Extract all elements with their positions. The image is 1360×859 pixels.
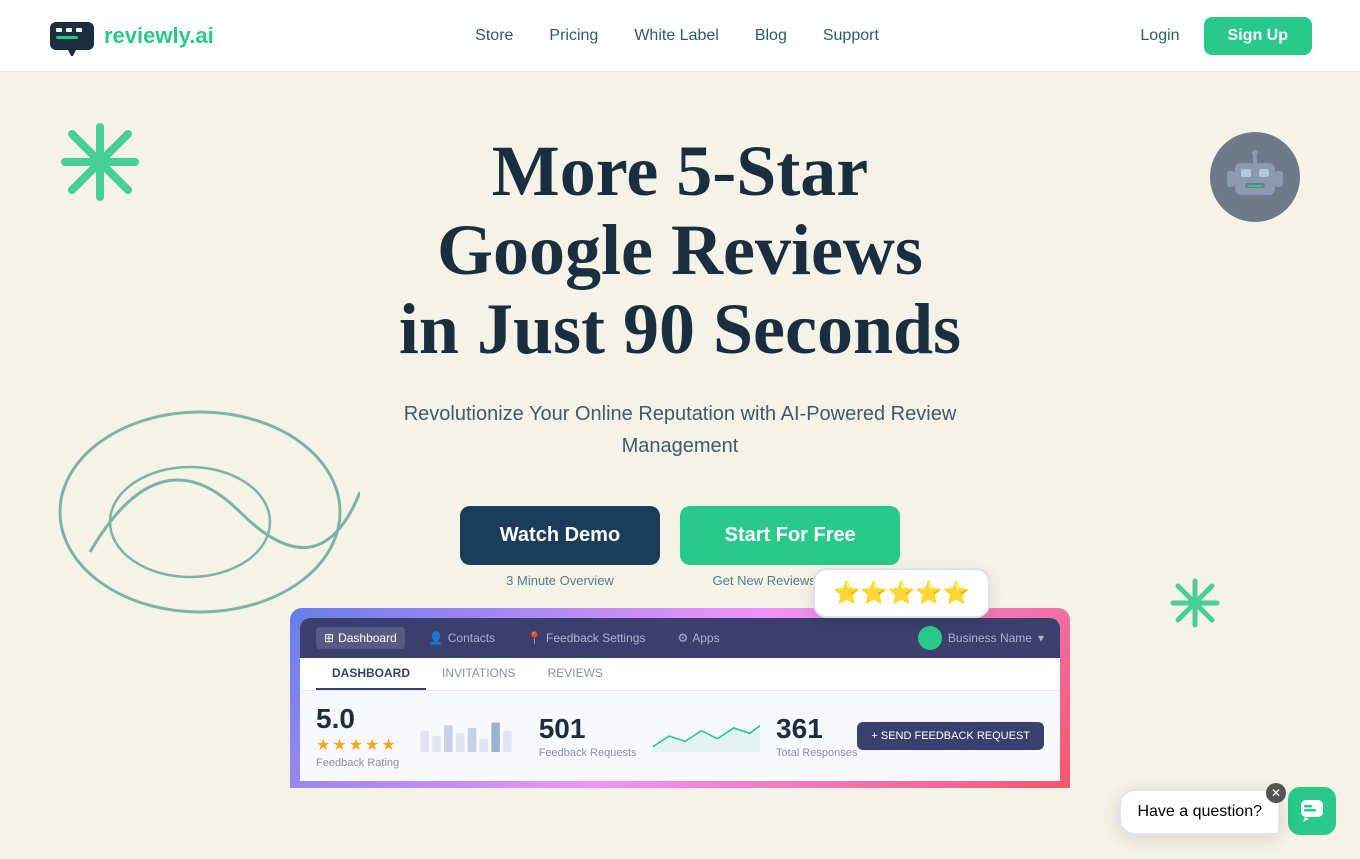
hero-title: More 5-Star Google Reviews in Just 90 Se… xyxy=(20,132,1340,370)
logo-icon xyxy=(48,16,96,56)
dashboard-background: ⊞ Dashboard 👤 Contacts 📍 Feedback Settin… xyxy=(290,608,1070,788)
chat-close-button[interactable]: ✕ xyxy=(1266,783,1286,803)
stat-responses-value: 361 xyxy=(776,713,857,745)
apps-icon: ⚙ xyxy=(677,631,688,645)
login-link[interactable]: Login xyxy=(1140,27,1179,45)
dashboard-tabs: DASHBOARD INVITATIONS REVIEWS xyxy=(300,658,1060,691)
hero-section: More 5-Star Google Reviews in Just 90 Se… xyxy=(0,72,1360,788)
contacts-icon: 👤 xyxy=(429,631,444,645)
dash-nav-contacts[interactable]: 👤 Contacts xyxy=(421,627,503,649)
deco-asterisk-right-icon xyxy=(1170,578,1220,628)
chat-widget: ✕ Have a question? xyxy=(1119,787,1336,835)
nav-blog[interactable]: Blog xyxy=(755,27,787,44)
logo[interactable]: reviewly.ai xyxy=(48,16,214,56)
dashboard-avatar xyxy=(918,626,942,650)
dash-nav-apps[interactable]: ⚙ Apps xyxy=(669,627,727,649)
stat-responses-label: Total Responses xyxy=(776,747,857,759)
stat-rating-label: Feedback Rating xyxy=(316,757,399,769)
dashboard-topbar: ⊞ Dashboard 👤 Contacts 📍 Feedback Settin… xyxy=(300,618,1060,658)
start-free-button[interactable]: Start For Free xyxy=(680,506,900,565)
nav-store[interactable]: Store xyxy=(475,27,513,44)
nav-right: Login Sign Up xyxy=(1140,17,1312,55)
stat-rating: 5.0 ★★★★★ Feedback Rating xyxy=(316,703,399,769)
dash-nav-feedback[interactable]: 📍 Feedback Settings xyxy=(519,627,653,649)
dashboard-preview: ⭐⭐⭐⭐⭐ ⊞ Dashboard 👤 Contacts xyxy=(290,608,1070,788)
tab-dashboard[interactable]: DASHBOARD xyxy=(316,658,426,690)
dash-nav-dashboard[interactable]: ⊞ Dashboard xyxy=(316,627,405,649)
chat-question-bubble: ✕ Have a question? xyxy=(1119,789,1280,835)
feedback-icon: 📍 xyxy=(527,631,542,645)
stat-requests-label: Feedback Requests xyxy=(539,747,637,759)
stat-responses: 361 Total Responses xyxy=(776,713,857,759)
rating-bubble: ⭐⭐⭐⭐⭐ xyxy=(813,568,990,618)
nav-pricing[interactable]: Pricing xyxy=(549,27,598,44)
stat-rating-value: 5.0 xyxy=(316,703,399,735)
dashboard-inner: ⊞ Dashboard 👤 Contacts 📍 Feedback Settin… xyxy=(300,618,1060,781)
logo-wordmark: reviewly.ai xyxy=(104,23,214,49)
dashboard-business: Business Name ▾ xyxy=(918,626,1044,650)
tab-reviews[interactable]: REVIEWS xyxy=(532,658,619,690)
send-feedback-button[interactable]: + SEND FEEDBACK REQUEST xyxy=(857,722,1044,750)
dashboard-chart xyxy=(415,706,523,766)
dashboard-chart-2 xyxy=(653,706,761,766)
stat-requests: 501 Feedback Requests xyxy=(539,713,637,759)
dashboard-nav: ⊞ Dashboard 👤 Contacts 📍 Feedback Settin… xyxy=(316,627,728,649)
nav-links: Store Pricing White Label Blog Support xyxy=(475,27,879,45)
chat-open-button[interactable] xyxy=(1288,787,1336,835)
tab-invitations[interactable]: INVITATIONS xyxy=(426,658,532,690)
stat-requests-value: 501 xyxy=(539,713,637,745)
dashboard-content: 5.0 ★★★★★ Feedback Rating xyxy=(300,691,1060,781)
deco-asterisk-left-icon xyxy=(60,122,140,202)
signup-button[interactable]: Sign Up xyxy=(1204,17,1312,55)
hero-subtitle: Revolutionize Your Online Reputation wit… xyxy=(380,398,980,462)
watch-demo-button[interactable]: Watch Demo xyxy=(460,506,660,565)
chevron-down-icon: ▾ xyxy=(1038,631,1044,645)
nav-support[interactable]: Support xyxy=(823,27,879,44)
dashboard-icon: ⊞ xyxy=(324,631,334,645)
chat-icon xyxy=(1299,798,1325,824)
navbar: reviewly.ai Store Pricing White Label Bl… xyxy=(0,0,1360,72)
watch-demo-sub: 3 Minute Overview xyxy=(506,573,614,588)
deco-robot-icon xyxy=(1210,132,1300,222)
stat-stars: ★★★★★ xyxy=(316,735,399,755)
watch-demo-wrap: Watch Demo 3 Minute Overview xyxy=(460,506,660,588)
chat-question-text: Have a question? xyxy=(1137,803,1262,821)
nav-white-label[interactable]: White Label xyxy=(634,27,719,44)
